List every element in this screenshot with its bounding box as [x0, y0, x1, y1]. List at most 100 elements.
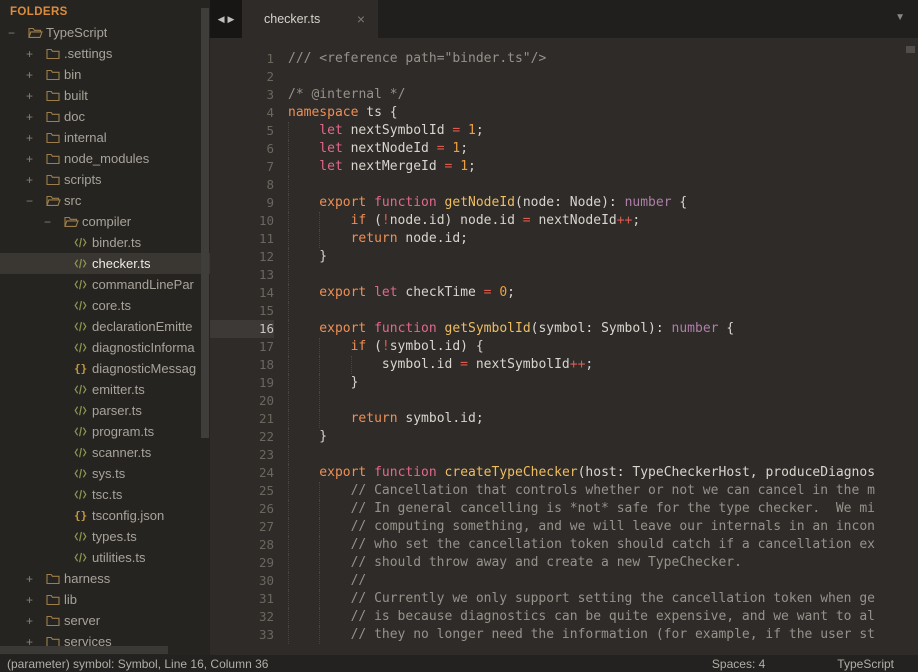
- code-line-23[interactable]: 23: [210, 446, 918, 464]
- tree-item-node-modules[interactable]: + node_modules: [0, 148, 210, 169]
- tree-item-harness[interactable]: + harness: [0, 568, 210, 589]
- code-line-11[interactable]: 11 return node.id;: [210, 230, 918, 248]
- code-line-26[interactable]: 26 // In general cancelling is *not* safe…: [210, 500, 918, 518]
- code-line-9[interactable]: 9 export function getNodeId(node: Node): …: [210, 194, 918, 212]
- tab-nav-right-icon[interactable]: ▶: [228, 14, 235, 25]
- tree-item-binder-ts[interactable]: binder.ts: [0, 232, 210, 253]
- code-line-1[interactable]: 1 /// <reference path="binder.ts"/>: [210, 50, 918, 68]
- line-number[interactable]: 32: [210, 608, 274, 626]
- code-editor[interactable]: 1 /// <reference path="binder.ts"/> 2 3 /* @…: [210, 38, 918, 655]
- line-number[interactable]: 13: [210, 266, 274, 284]
- expand-toggle-icon[interactable]: +: [26, 89, 46, 103]
- tree-item-types-ts[interactable]: types.ts: [0, 526, 210, 547]
- tree-item-src[interactable]: − src: [0, 190, 210, 211]
- code-line-17[interactable]: 17 if (!symbol.id) {: [210, 338, 918, 356]
- line-number[interactable]: 5: [210, 122, 274, 140]
- code-line-2[interactable]: 2: [210, 68, 918, 86]
- code-line-12[interactable]: 12}: [210, 248, 918, 266]
- line-number[interactable]: 31: [210, 590, 274, 608]
- tree-item-server[interactable]: + server: [0, 610, 210, 631]
- tree-item-tsc-ts[interactable]: tsc.ts: [0, 484, 210, 505]
- code-line-32[interactable]: 32 // is because diagnostics can be quite…: [210, 608, 918, 626]
- line-number[interactable]: 4: [210, 104, 274, 122]
- expand-toggle-icon[interactable]: −: [44, 215, 64, 229]
- line-number[interactable]: 6: [210, 140, 274, 158]
- line-number[interactable]: 26: [210, 500, 274, 518]
- code-line-27[interactable]: 27 // computing something, and we will le…: [210, 518, 918, 536]
- tree-item-tsconfig-json[interactable]: {} tsconfig.json: [0, 505, 210, 526]
- code-line-33[interactable]: 33 // they no longer need the information…: [210, 626, 918, 644]
- line-number[interactable]: 10: [210, 212, 274, 230]
- tree-item-core-ts[interactable]: core.ts: [0, 295, 210, 316]
- sidebar-vertical-scrollbar[interactable]: [201, 8, 209, 438]
- expand-toggle-icon[interactable]: +: [26, 110, 46, 124]
- expand-toggle-icon[interactable]: +: [26, 47, 46, 61]
- line-number[interactable]: 19: [210, 374, 274, 392]
- line-number[interactable]: 21: [210, 410, 274, 428]
- code-line-8[interactable]: 8: [210, 176, 918, 194]
- line-number[interactable]: 18: [210, 356, 274, 374]
- tree-item-emitter-ts[interactable]: emitter.ts: [0, 379, 210, 400]
- line-number[interactable]: 22: [210, 428, 274, 446]
- line-number[interactable]: 20: [210, 392, 274, 410]
- tab-nav-left-icon[interactable]: ◀: [218, 14, 225, 25]
- expand-toggle-icon[interactable]: +: [26, 68, 46, 82]
- code-line-10[interactable]: 10 if (!node.id) node.id = nextNodeId++;: [210, 212, 918, 230]
- line-number[interactable]: 7: [210, 158, 274, 176]
- line-number[interactable]: 33: [210, 626, 274, 644]
- tree-item-scripts[interactable]: + scripts: [0, 169, 210, 190]
- code-line-19[interactable]: 19}: [210, 374, 918, 392]
- line-number[interactable]: 24: [210, 464, 274, 482]
- line-number[interactable]: 28: [210, 536, 274, 554]
- tree-item-scanner-ts[interactable]: scanner.ts: [0, 442, 210, 463]
- tab-close-icon[interactable]: ×: [357, 12, 365, 26]
- expand-toggle-icon[interactable]: −: [26, 194, 46, 208]
- tree-item-commandlinepar[interactable]: commandLinePar: [0, 274, 210, 295]
- code-line-20[interactable]: 20: [210, 392, 918, 410]
- expand-toggle-icon[interactable]: +: [26, 152, 46, 166]
- tab-checker-ts[interactable]: checker.ts ×: [242, 0, 378, 38]
- tree-item-lib[interactable]: + lib: [0, 589, 210, 610]
- status-indent-setting[interactable]: Spaces: 4: [712, 657, 765, 671]
- code-line-30[interactable]: 30 //: [210, 572, 918, 590]
- tree-item-typescript[interactable]: − TypeScript: [0, 22, 210, 43]
- tree-item--settings[interactable]: + .settings: [0, 43, 210, 64]
- expand-toggle-icon[interactable]: +: [26, 614, 46, 628]
- code-line-3[interactable]: 3 /* @internal */: [210, 86, 918, 104]
- line-number[interactable]: 2: [210, 68, 274, 86]
- tree-item-internal[interactable]: + internal: [0, 127, 210, 148]
- tab-overflow-menu-icon[interactable]: ▼: [895, 12, 905, 23]
- line-number[interactable]: 30: [210, 572, 274, 590]
- line-number[interactable]: 1: [210, 50, 274, 68]
- line-number[interactable]: 3: [210, 86, 274, 104]
- tree-item-diagnosticmessag[interactable]: {} diagnosticMessag: [0, 358, 210, 379]
- tree-item-program-ts[interactable]: program.ts: [0, 421, 210, 442]
- line-number[interactable]: 17: [210, 338, 274, 356]
- tree-item-compiler[interactable]: − compiler: [0, 211, 210, 232]
- code-line-14[interactable]: 14 export let checkTime = 0;: [210, 284, 918, 302]
- tree-item-parser-ts[interactable]: parser.ts: [0, 400, 210, 421]
- tree-item-declarationemitte[interactable]: declarationEmitte: [0, 316, 210, 337]
- tree-item-checker-ts[interactable]: checker.ts: [0, 253, 210, 274]
- code-line-15[interactable]: 15: [210, 302, 918, 320]
- line-number[interactable]: 8: [210, 176, 274, 194]
- line-number[interactable]: 12: [210, 248, 274, 266]
- tree-item-bin[interactable]: + bin: [0, 64, 210, 85]
- expand-toggle-icon[interactable]: +: [26, 131, 46, 145]
- code-line-6[interactable]: 6 let nextNodeId = 1;: [210, 140, 918, 158]
- line-number[interactable]: 11: [210, 230, 274, 248]
- sidebar-horizontal-scrollbar[interactable]: [0, 646, 168, 654]
- line-number[interactable]: 27: [210, 518, 274, 536]
- expand-toggle-icon[interactable]: −: [8, 26, 28, 40]
- expand-toggle-icon[interactable]: +: [26, 572, 46, 586]
- tree-item-doc[interactable]: + doc: [0, 106, 210, 127]
- code-line-16[interactable]: 16 export function getSymbolId(symbol: Sy…: [210, 320, 918, 338]
- code-line-13[interactable]: 13: [210, 266, 918, 284]
- tree-item-utilities-ts[interactable]: utilities.ts: [0, 547, 210, 568]
- line-number[interactable]: 15: [210, 302, 274, 320]
- line-number[interactable]: 23: [210, 446, 274, 464]
- line-number[interactable]: 14: [210, 284, 274, 302]
- code-line-22[interactable]: 22}: [210, 428, 918, 446]
- code-line-18[interactable]: 18 symbol.id = nextSymbolId++;: [210, 356, 918, 374]
- code-line-28[interactable]: 28 // who set the cancellation token shou…: [210, 536, 918, 554]
